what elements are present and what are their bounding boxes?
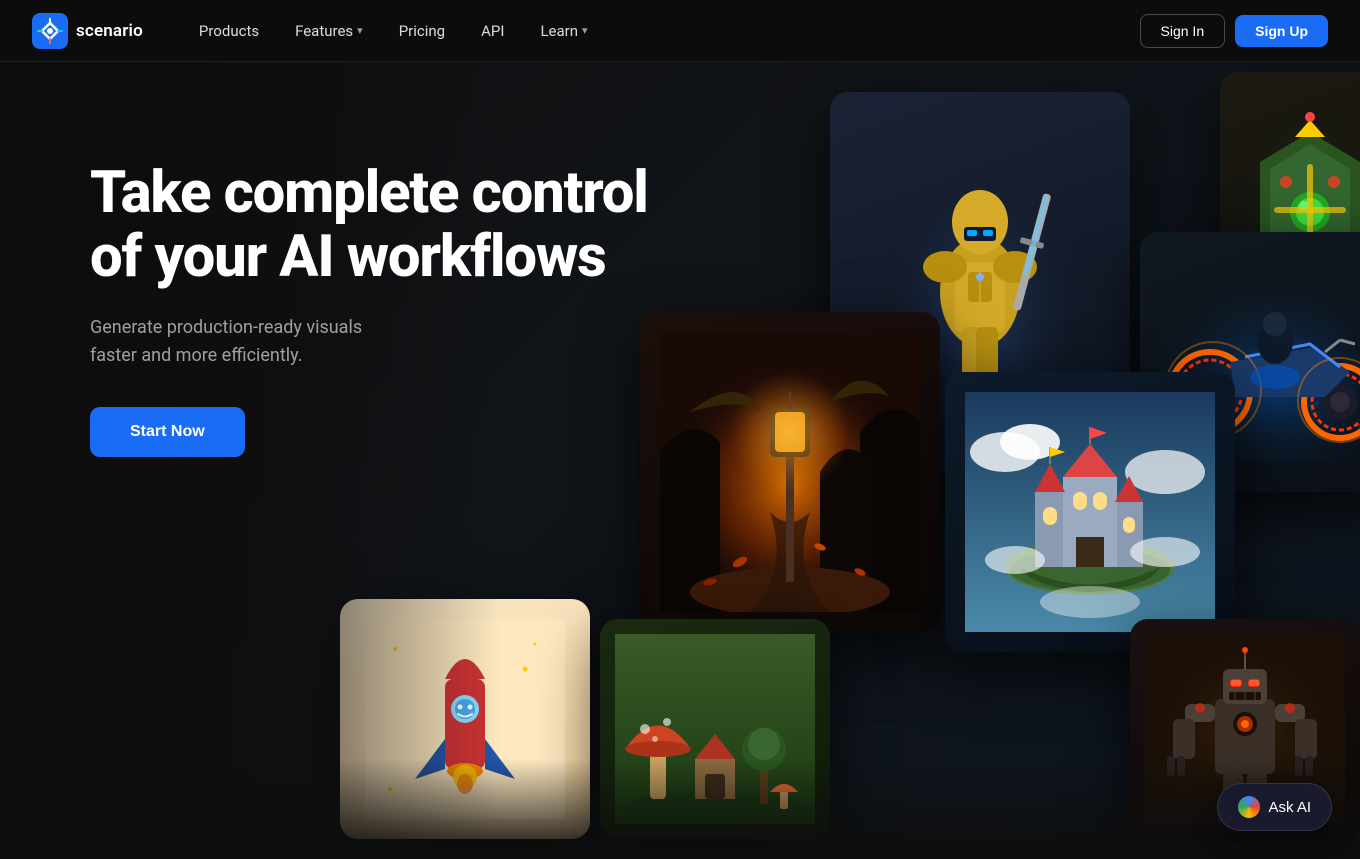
card-warrior [830,92,1130,472]
nav-links: Products Features ▾ Pricing API Learn ▾ [183,14,1140,48]
signup-button[interactable]: Sign Up [1235,15,1328,47]
ask-ai-button[interactable]: Ask AI [1217,783,1332,831]
scenario-logo-icon [32,13,68,49]
start-now-button[interactable]: Start Now [90,407,245,457]
forest-illustration [640,312,940,632]
learn-chevron-icon: ▾ [582,24,588,37]
nav-actions: Sign In Sign Up [1140,14,1328,48]
logo-text: scenario [76,21,143,41]
features-chevron-icon: ▾ [357,24,363,37]
ask-ai-icon [1238,796,1260,818]
moto-illustration [1140,232,1360,492]
hero-content: Take complete control of your AI workflo… [90,162,648,457]
nav-pricing[interactable]: Pricing [383,14,461,48]
card-shield [1220,72,1360,352]
navbar: scenario Products Features ▾ Pricing API… [0,0,1360,62]
ask-ai-label: Ask AI [1268,799,1311,816]
castle-illustration [945,372,1235,652]
hero-section: Take complete control of your AI workflo… [0,62,1360,859]
nav-api[interactable]: API [465,14,520,48]
nav-products[interactable]: Products [183,14,275,48]
logo[interactable]: scenario [32,13,143,49]
card-forest [640,312,940,632]
card-rocket [340,599,590,839]
card-castle [945,372,1235,652]
rocket-illustration [340,599,590,839]
card-mushroom [600,619,830,839]
card-moto [1140,232,1360,492]
nav-learn[interactable]: Learn ▾ [524,14,603,48]
hero-title: Take complete control of your AI workflo… [90,162,648,290]
warrior-illustration [830,92,1130,472]
hero-bottom-overlay [0,759,1360,859]
shield-illustration [1220,72,1360,352]
hero-subtitle: Generate production-ready visualsfaster … [90,314,648,372]
nav-features[interactable]: Features ▾ [279,14,379,48]
mushroom-illustration [600,619,830,839]
signin-button[interactable]: Sign In [1140,14,1226,48]
